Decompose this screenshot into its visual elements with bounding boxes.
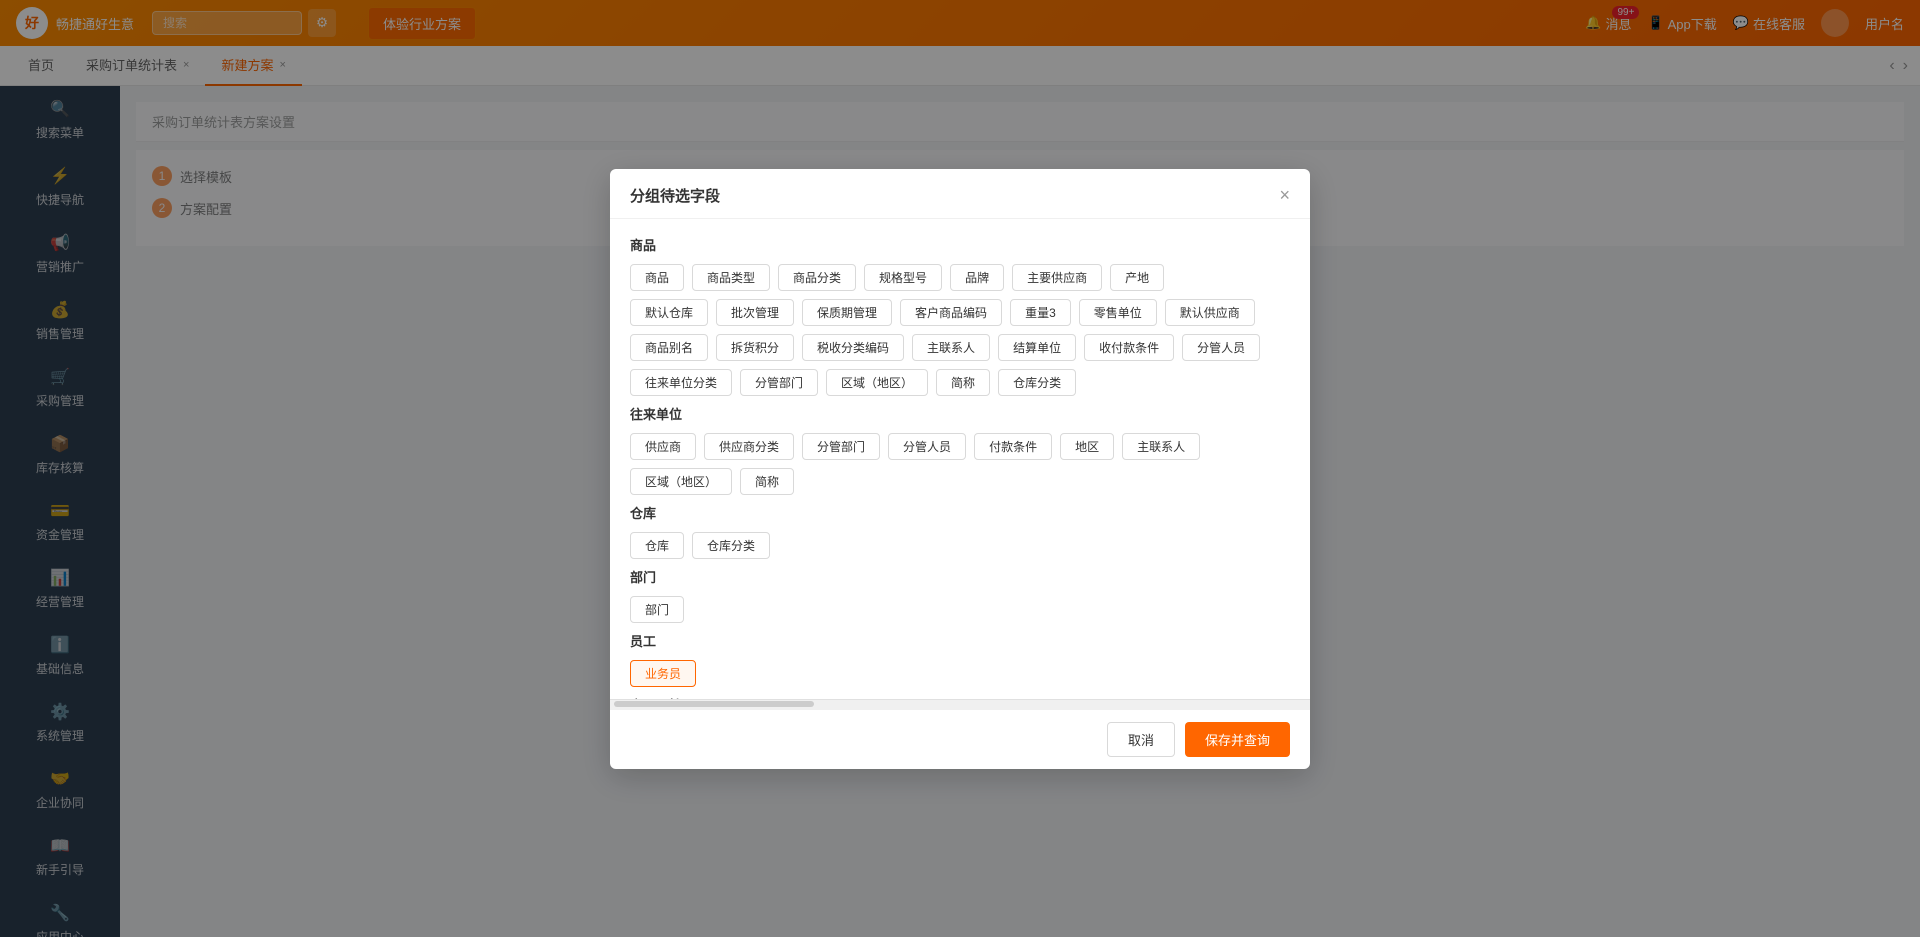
tag-main-supplier[interactable]: 主要供应商 [1012, 264, 1102, 291]
tags-row-partner-1: 供应商 供应商分类 分管部门 分管人员 付款条件 地区 主联系人 [630, 433, 1290, 460]
tag-warehouse-cat[interactable]: 仓库分类 [692, 532, 770, 559]
section-title-warehouse: 仓库 [630, 503, 1290, 522]
hscroll-thumb [614, 701, 814, 707]
tag-partner-region[interactable]: 区域（地区） [630, 468, 732, 495]
dialog-header: 分组待选字段 × [610, 169, 1310, 219]
tag-customer-code[interactable]: 客户商品编码 [900, 299, 1002, 326]
section-title-product: 商品 [630, 235, 1290, 254]
tag-partner-short-name[interactable]: 简称 [740, 468, 794, 495]
tag-main-contact[interactable]: 主联系人 [912, 334, 990, 361]
confirm-button[interactable]: 保存并查询 [1185, 722, 1290, 757]
tag-default-supplier[interactable]: 默认供应商 [1165, 299, 1255, 326]
section-title-partner: 往来单位 [630, 404, 1290, 423]
tag-quality-period[interactable]: 保质期管理 [802, 299, 892, 326]
tag-department[interactable]: 部门 [630, 596, 684, 623]
dialog-footer: 取消 保存并查询 [610, 709, 1310, 769]
tag-product-category[interactable]: 商品分类 [778, 264, 856, 291]
tag-region[interactable]: 区域（地区） [826, 369, 928, 396]
tag-spec-model[interactable]: 规格型号 [864, 264, 942, 291]
tag-supplier-category[interactable]: 供应商分类 [704, 433, 794, 460]
tag-tax-code[interactable]: 税收分类编码 [802, 334, 904, 361]
section-title-employee: 员工 [630, 631, 1290, 650]
tags-row-product-1: 商品 商品类型 商品分类 规格型号 品牌 主要供应商 产地 [630, 264, 1290, 291]
tag-dept[interactable]: 分管部门 [740, 369, 818, 396]
tag-product-type[interactable]: 商品类型 [692, 264, 770, 291]
dialog-close-button[interactable]: × [1279, 185, 1290, 206]
tag-partner-dept[interactable]: 分管部门 [802, 433, 880, 460]
tag-short-name[interactable]: 简称 [936, 369, 990, 396]
tag-warehouse-category[interactable]: 仓库分类 [998, 369, 1076, 396]
tag-supervisor[interactable]: 分管人员 [1182, 334, 1260, 361]
tag-partner-category[interactable]: 往来单位分类 [630, 369, 732, 396]
dialog-title: 分组待选字段 [630, 185, 720, 206]
tag-batch-mgmt[interactable]: 批次管理 [716, 299, 794, 326]
tag-salesperson[interactable]: 业务员 [630, 660, 696, 687]
dialog-overlay: 分组待选字段 × 商品 商品 商品类型 商品分类 规格型号 品牌 主要供应商 产… [0, 0, 1920, 937]
tags-row-dept: 部门 [630, 596, 1290, 623]
dialog: 分组待选字段 × 商品 商品 商品类型 商品分类 规格型号 品牌 主要供应商 产… [610, 169, 1310, 769]
tags-row-partner-2: 区域（地区） 简称 [630, 468, 1290, 495]
tags-row-warehouse: 仓库 仓库分类 [630, 532, 1290, 559]
tag-weight[interactable]: 重量3 [1010, 299, 1071, 326]
tag-partner-supervisor[interactable]: 分管人员 [888, 433, 966, 460]
tag-payment-condition[interactable]: 付款条件 [974, 433, 1052, 460]
tags-row-product-4: 往来单位分类 分管部门 区域（地区） 简称 仓库分类 [630, 369, 1290, 396]
tags-row-employee: 业务员 [630, 660, 1290, 687]
tag-settlement-unit[interactable]: 结算单位 [998, 334, 1076, 361]
tag-product[interactable]: 商品 [630, 264, 684, 291]
dialog-body[interactable]: 商品 商品 商品类型 商品分类 规格型号 品牌 主要供应商 产地 默认仓库 批次… [610, 219, 1310, 699]
tag-payment-terms[interactable]: 收付款条件 [1084, 334, 1174, 361]
cancel-button[interactable]: 取消 [1107, 722, 1175, 757]
tag-default-warehouse[interactable]: 默认仓库 [630, 299, 708, 326]
tag-origin[interactable]: 产地 [1110, 264, 1164, 291]
tag-area[interactable]: 地区 [1060, 433, 1114, 460]
tag-supplier[interactable]: 供应商 [630, 433, 696, 460]
tag-main-contact-2[interactable]: 主联系人 [1122, 433, 1200, 460]
section-title-dept: 部门 [630, 567, 1290, 586]
tags-row-product-2: 默认仓库 批次管理 保质期管理 客户商品编码 重量3 零售单位 默认供应商 [630, 299, 1290, 326]
tag-split-points[interactable]: 拆货积分 [716, 334, 794, 361]
tag-retail-unit[interactable]: 零售单位 [1079, 299, 1157, 326]
tags-row-product-3: 商品别名 拆货积分 税收分类编码 主联系人 结算单位 收付款条件 分管人员 [630, 334, 1290, 361]
tag-brand[interactable]: 品牌 [950, 264, 1004, 291]
dialog-horizontal-scrollbar[interactable] [610, 699, 1310, 709]
tag-product-alias[interactable]: 商品别名 [630, 334, 708, 361]
tag-warehouse[interactable]: 仓库 [630, 532, 684, 559]
